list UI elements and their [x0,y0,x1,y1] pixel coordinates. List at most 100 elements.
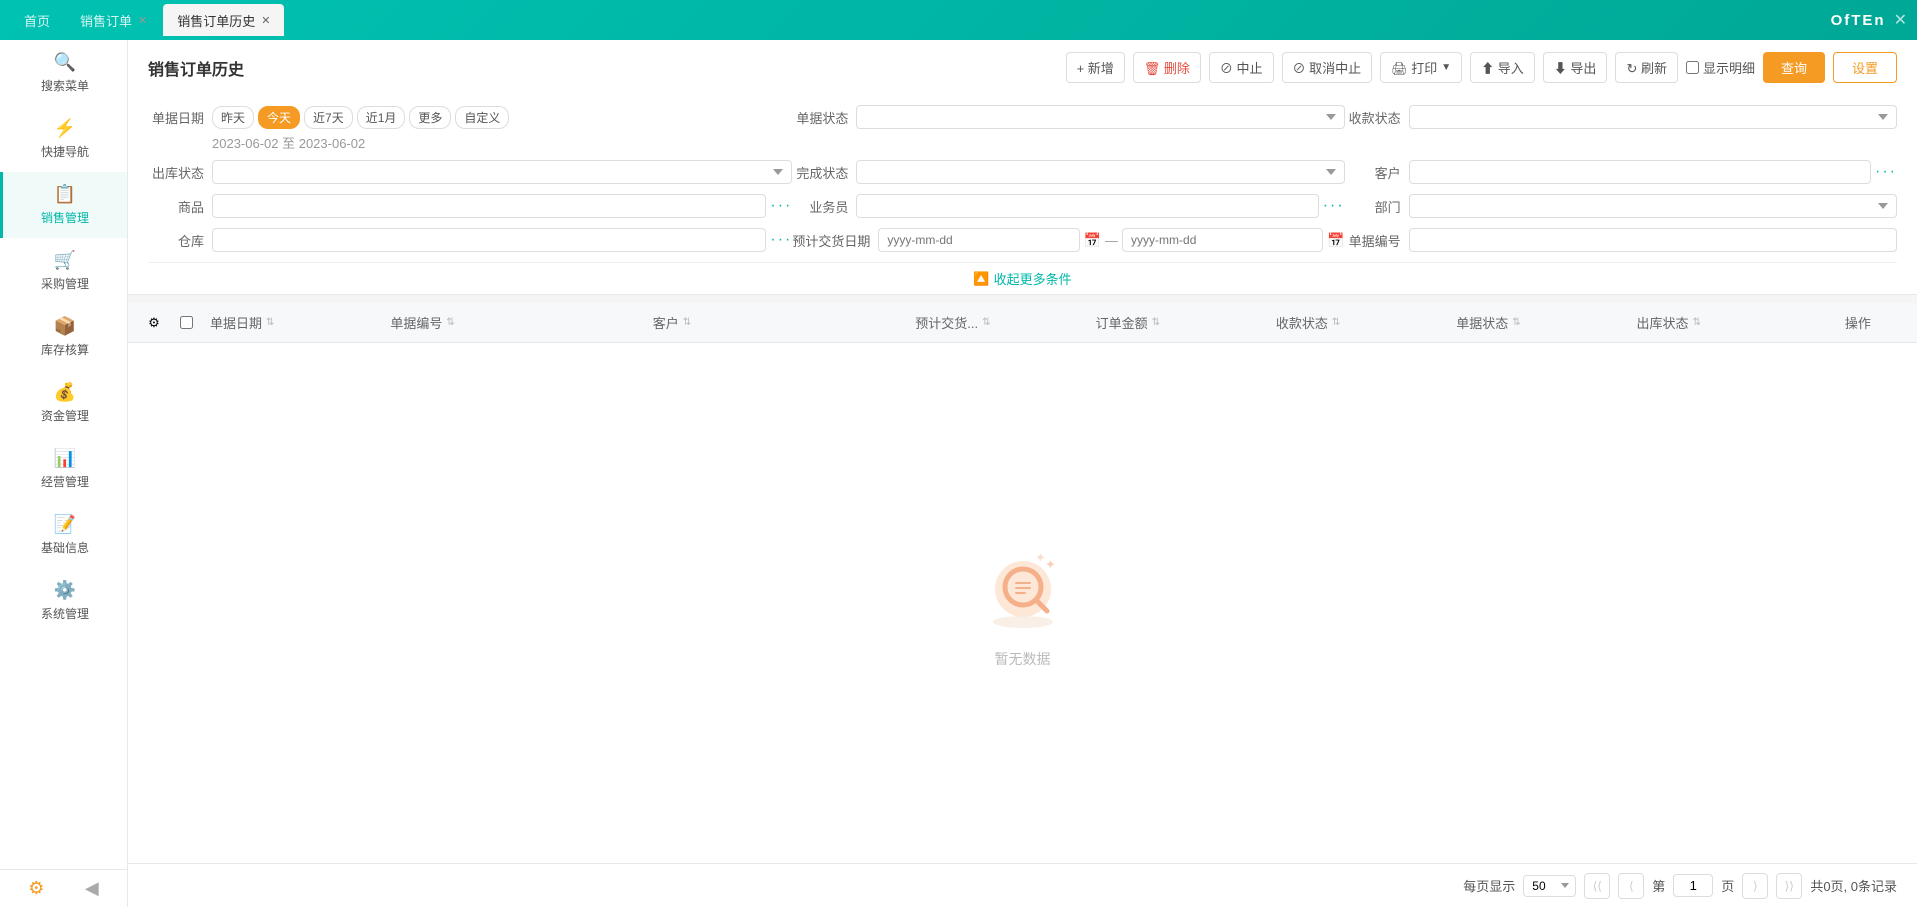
date-btn-7days[interactable]: 近7天 [304,106,353,129]
th-order-status[interactable]: 单据状态 ⇅ [1448,313,1628,332]
export-button[interactable]: ⬇ 导出 [1543,52,1608,83]
th-expected-label: 预计交货... [915,313,978,332]
th-delivery-status[interactable]: 出库状态 ⇅ [1629,313,1809,332]
th-receipt-status[interactable]: 收款状态 ⇅ [1268,313,1448,332]
th-number[interactable]: 单据编号 ⇅ [382,313,644,332]
tab-home-label: 首页 [24,11,50,30]
expected-date-to[interactable] [1122,228,1323,252]
sidebar-item-quick-nav-label: 快捷导航 [41,143,89,160]
sidebar-item-sales-mgmt[interactable]: 📋 销售管理 [0,172,127,238]
print-dropdown-icon[interactable]: ▼ [1441,62,1451,73]
filter-delivery-status: 出库状态 [148,160,792,184]
salesperson-input[interactable] [856,194,1318,218]
sidebar-item-purchase-mgmt[interactable]: 🛒 采购管理 [0,238,127,304]
receipt-status-select[interactable] [1409,105,1897,129]
th-number-label: 单据编号 [390,313,442,332]
date-separator: — [1105,233,1118,248]
sidebar-collapse-btn[interactable]: ◀ [85,878,99,899]
delivery-status-select[interactable] [212,160,792,184]
th-expected[interactable]: 预计交货... ⇅ [907,313,1087,332]
th-order-status-label: 单据状态 [1456,313,1508,332]
window-close-icon[interactable]: ✕ [1894,10,1907,30]
collapse-row[interactable]: 🔼 收起更多条件 [148,262,1897,294]
import-button-label: ⬆ 导入 [1481,58,1524,77]
completion-status-select[interactable] [856,160,1344,184]
sidebar-item-operations[interactable]: 📊 经营管理 [0,436,127,502]
salesperson-control: ··· [856,194,1344,218]
filter-order-no: 单据编号 [1345,228,1897,252]
date-btn-more[interactable]: 更多 [409,106,451,129]
page-number-input[interactable] [1673,874,1713,897]
customer-input[interactable] [1409,160,1871,184]
stop-button[interactable]: ⊘ 中止 [1209,52,1274,83]
sidebar-item-sys-mgmt[interactable]: ⚙️ 系统管理 [0,568,127,634]
filter-row-4: 仓库 ··· 预计交货日期 📅 — 📅 [148,228,1897,252]
settings-button[interactable]: 设置 [1833,52,1897,83]
cancel-stop-button[interactable]: ⊘ 取消中止 [1282,52,1373,83]
date-btn-today[interactable]: 今天 [258,106,300,129]
pagination-bar: 每页显示 20 50 100 200 ⟨⟨ ⟨ 第 页 ⟩ ⟩⟩ 共0页, 0条… [128,863,1917,907]
sidebar-item-inventory[interactable]: 📦 库存核算 [0,304,127,370]
page-title-row: 销售订单历史 + 新增 🗑 删除 ⊘ 中止 ⊘ 取消中止 🖨 [148,52,1897,83]
import-button[interactable]: ⬆ 导入 [1470,52,1535,83]
calendar-to-icon[interactable]: 📅 [1327,232,1344,249]
warehouse-ellipsis[interactable]: ··· [770,231,792,249]
per-page-select[interactable]: 20 50 100 200 [1523,875,1576,897]
page-prev-btn[interactable]: ⟨ [1618,873,1644,899]
expected-date-from[interactable] [878,228,1079,252]
select-all-checkbox[interactable] [180,316,193,329]
customer-ellipsis[interactable]: ··· [1875,163,1897,181]
date-btn-custom[interactable]: 自定义 [455,106,509,129]
tab-home[interactable]: 首页 [10,4,64,36]
display-toggle-checkbox[interactable] [1686,61,1699,74]
sidebar-item-search-menu-label: 搜索菜单 [41,77,89,94]
new-button[interactable]: + 新增 [1066,52,1125,83]
sidebar-item-quick-nav[interactable]: ⚡ 快捷导航 [0,106,127,172]
salesperson-ellipsis[interactable]: ··· [1323,197,1345,215]
sidebar-item-search-menu[interactable]: 🔍 搜索菜单 [0,40,127,106]
calendar-from-icon[interactable]: 📅 [1084,232,1101,249]
table-settings-icon[interactable]: ⚙ [148,315,160,331]
product-ellipsis[interactable]: ··· [770,197,792,215]
th-settings[interactable]: ⚙ [138,315,170,331]
filter-order-status: 单据状态 [792,105,1344,129]
delete-button[interactable]: 🗑 删除 [1133,52,1201,83]
th-delivery-status-sort: ⇅ [1693,317,1701,328]
th-customer[interactable]: 客户 ⇅ [645,313,907,332]
product-input[interactable] [212,194,766,218]
page-next-btn[interactable]: ⟩ [1742,873,1768,899]
query-button[interactable]: 查询 [1763,52,1825,83]
display-toggle-label: 显示明细 [1703,58,1755,77]
date-btn-1month[interactable]: 近1月 [357,106,406,129]
page-last-btn[interactable]: ⟩⟩ [1776,873,1802,899]
tab-sales-order-history[interactable]: 销售订单历史 ✕ [163,4,284,36]
print-button[interactable]: 🖨 打印 ▼ [1380,52,1462,83]
sidebar-bottom: ⚙ ◀ [0,869,127,907]
finance-icon: 💰 [54,382,76,403]
th-date[interactable]: 单据日期 ⇅ [202,313,382,332]
sidebar-item-sys-mgmt-label: 系统管理 [41,605,89,622]
th-checkbox[interactable] [170,316,202,329]
order-no-input[interactable] [1409,228,1897,252]
tab-sales-order-close[interactable]: ✕ [138,14,147,27]
date-quick-buttons: 昨天 今天 近7天 近1月 更多 自定义 [212,106,509,129]
tab-sales-order-history-close[interactable]: ✕ [261,14,270,27]
sidebar-item-base-info[interactable]: 📝 基础信息 [0,502,127,568]
expected-date-label: 预计交货日期 [792,231,870,250]
collapse-text: 收起更多条件 [994,269,1072,288]
department-select[interactable] [1409,194,1897,218]
th-expected-sort: ⇅ [982,317,990,328]
refresh-button[interactable]: ↻ 刷新 [1615,52,1678,83]
display-toggle[interactable]: 显示明细 [1686,58,1755,77]
th-amount[interactable]: 订单金额 ⇅ [1088,313,1268,332]
sidebar-settings-btn[interactable]: ⚙ [28,878,44,899]
sys-mgmt-icon: ⚙️ [54,580,76,601]
page-first-btn[interactable]: ⟨⟨ [1584,873,1610,899]
order-status-select[interactable] [856,105,1344,129]
sidebar-item-finance[interactable]: 💰 资金管理 [0,370,127,436]
date-btn-yesterday[interactable]: 昨天 [212,106,254,129]
tab-sales-order[interactable]: 销售订单 ✕ [66,4,161,36]
th-receipt-status-sort: ⇅ [1332,317,1340,328]
filter-row-2: 出库状态 完成状态 客户 [148,160,1897,184]
warehouse-input[interactable] [212,228,766,252]
